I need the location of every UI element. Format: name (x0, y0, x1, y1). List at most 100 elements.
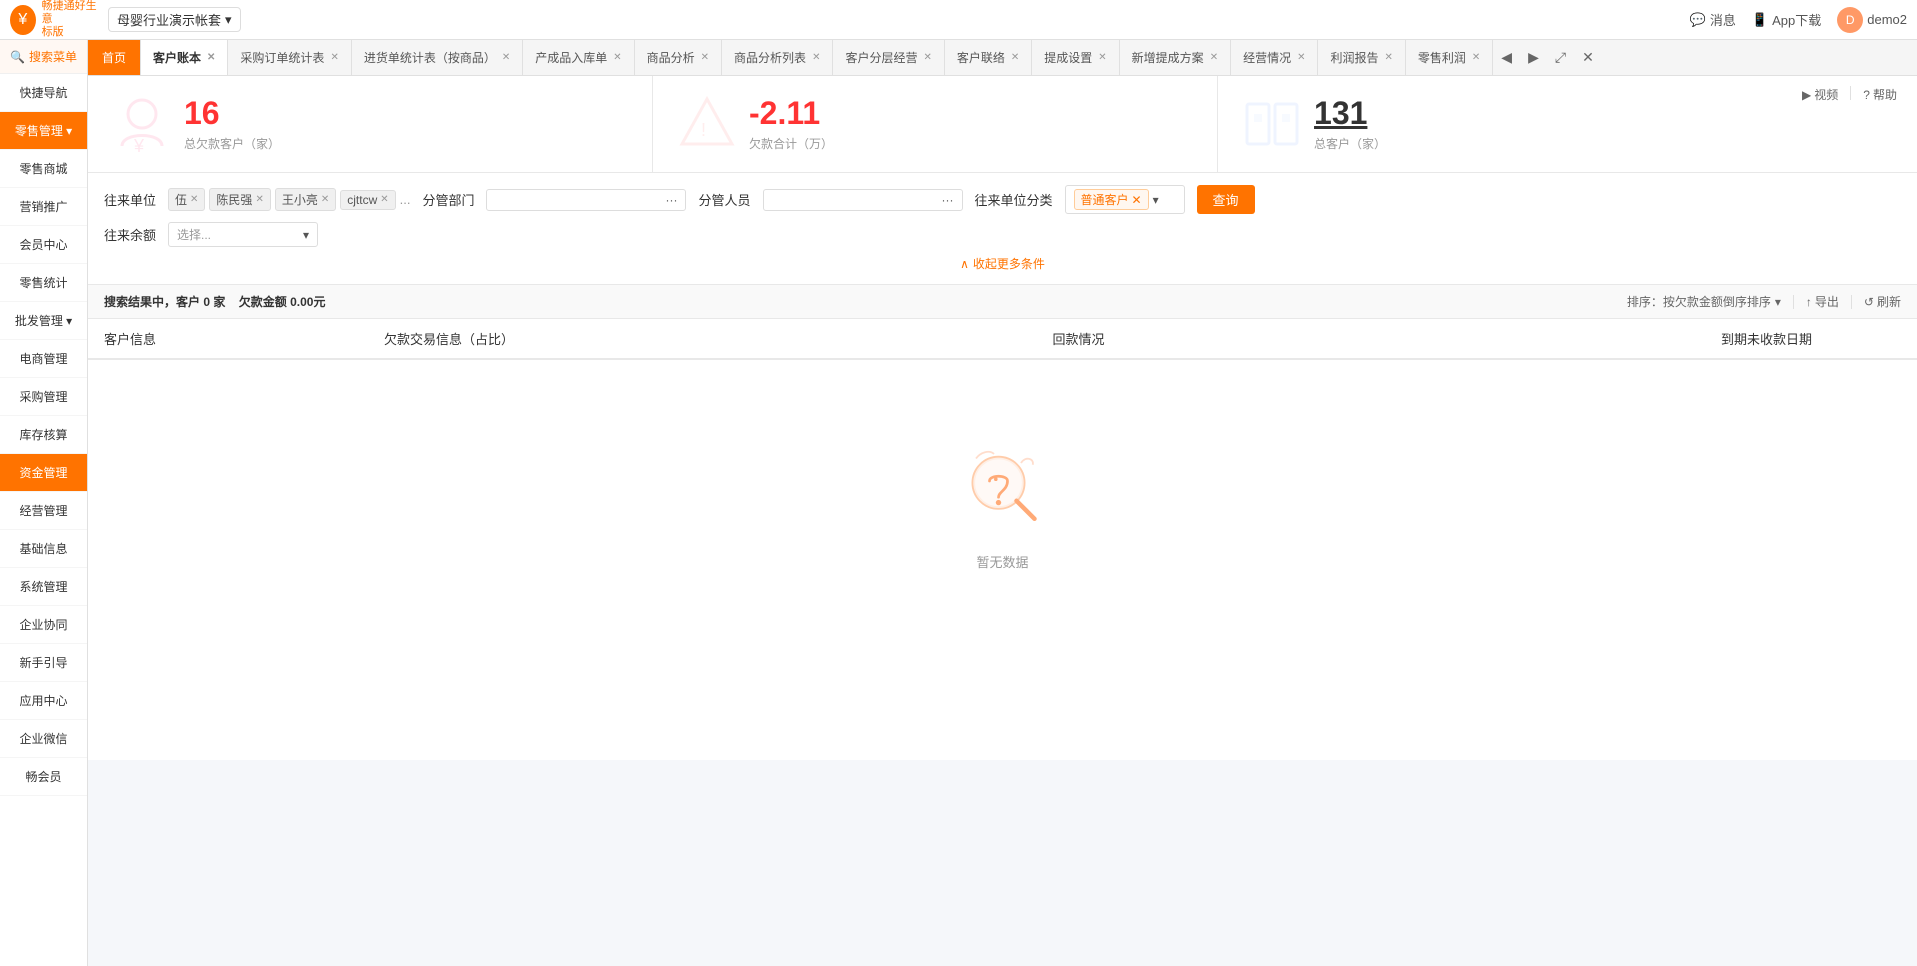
tab-operations-status[interactable]: 经营情况 ✕ (1231, 40, 1318, 75)
tab-incoming-stats[interactable]: 进货单统计表（按商品） ✕ (352, 40, 523, 75)
tab-customer-contact[interactable]: 客户联络 ✕ (945, 40, 1032, 75)
tab-scroll-right[interactable]: ▶ (1520, 49, 1547, 66)
tag-close-chen[interactable]: ✕ (255, 194, 263, 205)
app-download-button[interactable]: 📱 App下载 (1752, 10, 1821, 29)
page-content: ¥ 16 总欠款客户（家） ! (88, 76, 1917, 966)
sidebar-item-operations[interactable]: 经营管理 (0, 492, 87, 530)
tab-purchase-order[interactable]: 采购订单统计表 ✕ (228, 40, 351, 75)
sidebar-item-basic-info[interactable]: 基础信息 (0, 530, 87, 568)
tab-bar: 首页 客户账本 ✕ 采购订单统计表 ✕ 进货单统计表（按商品） ✕ 产成品入库单… (88, 40, 1917, 76)
sidebar-item-retail-mall[interactable]: 零售商城 (0, 150, 87, 188)
tab-close-new-promotion[interactable]: ✕ (1210, 52, 1218, 63)
chevron-down-icon: ▾ (225, 12, 232, 28)
tag-close-cjttcw[interactable]: ✕ (380, 194, 388, 205)
tab-product-analysis-list[interactable]: 商品分析列表 ✕ (722, 40, 833, 75)
tab-scroll-left[interactable]: ◀ (1493, 49, 1520, 66)
total-customers-icon (1242, 94, 1302, 154)
export-button[interactable]: ↑ 导出 (1806, 293, 1839, 310)
filter-area: 往来单位 伍 ✕ 陈民强 ✕ 王小亮 ✕ (88, 173, 1917, 285)
filter-tag-wang[interactable]: 王小亮 ✕ (275, 188, 336, 211)
sidebar-item-member[interactable]: 会员中心 (0, 226, 87, 264)
sidebar-item-vip[interactable]: 畅会员 (0, 758, 87, 796)
sidebar-item-enterprise[interactable]: 企业协同 (0, 606, 87, 644)
video-link[interactable]: ▶ 视频 (1802, 86, 1838, 103)
collapse-filter-button[interactable]: ∧ 收起更多条件 (104, 255, 1901, 272)
remainder-filter-select[interactable]: 选择... ▾ (168, 222, 318, 247)
sidebar: 🔍 搜索菜单 快捷导航 零售管理 ▾ 零售商城 营销推广 会员中心 零售统计 批… (0, 40, 88, 966)
unit-type-filter-select[interactable]: 普通客户 ✕ ▾ (1065, 185, 1185, 214)
tab-close-customer-segment[interactable]: ✕ (923, 52, 931, 63)
tab-close-incoming-stats[interactable]: ✕ (502, 52, 510, 63)
tab-close-customer-contact[interactable]: ✕ (1011, 52, 1019, 63)
tab-home[interactable]: 首页 (88, 40, 141, 75)
sidebar-item-retail-mgmt[interactable]: 零售管理 ▾ (0, 112, 87, 150)
tab-customer-segment[interactable]: 客户分层经营 ✕ (833, 40, 944, 75)
sidebar-item-finance[interactable]: 资金管理 (0, 454, 87, 492)
filter-tag-wu[interactable]: 伍 ✕ (168, 188, 205, 211)
sort-label: 排序：按欠款金额倒序排序 (1627, 293, 1771, 310)
sidebar-item-ecommerce[interactable]: 电商管理 (0, 340, 87, 378)
unit-type-tag-close[interactable]: ✕ (1132, 193, 1142, 207)
total-customers-value: 131 (1314, 97, 1386, 129)
tab-close-all[interactable]: ✕ (1574, 49, 1602, 66)
sort-chevron-icon: ▾ (1775, 295, 1781, 309)
sidebar-item-retail-stats[interactable]: 零售统计 (0, 264, 87, 302)
help-link[interactable]: ? 帮助 (1863, 86, 1897, 103)
sidebar-item-newbie[interactable]: 新手引导 (0, 644, 87, 682)
filter-more-tags[interactable]: ... (400, 192, 411, 207)
search-menu-button[interactable]: 🔍 搜索菜单 (0, 40, 87, 74)
account-selector[interactable]: 母婴行业演示帐套 ▾ (108, 7, 241, 32)
tab-close-retail-profit[interactable]: ✕ (1472, 52, 1480, 63)
sidebar-item-wechat[interactable]: 企业微信 (0, 720, 87, 758)
sidebar-item-app-center[interactable]: 应用中心 (0, 682, 87, 720)
tab-close-product-analysis-list[interactable]: ✕ (812, 52, 820, 63)
result-info: 搜索结果中，客户 0 家 欠款金额 0.00元 (104, 293, 325, 310)
tab-retail-profit[interactable]: 零售利润 ✕ (1406, 40, 1493, 75)
tab-close-promotion-settings[interactable]: ✕ (1098, 52, 1106, 63)
tab-customer-accounts[interactable]: 客户账本 ✕ (141, 40, 228, 75)
tab-product-analysis[interactable]: 商品分析 ✕ (635, 40, 722, 75)
result-actions: 排序：按欠款金额倒序排序 ▾ ↑ 导出 ↺ 刷新 (1627, 293, 1901, 310)
sidebar-item-purchase[interactable]: 采购管理 (0, 378, 87, 416)
total-customers-label: 总客户（家） (1314, 135, 1386, 152)
filter-tag-cjttcw[interactable]: cjttcw ✕ (340, 190, 395, 210)
tab-close-profit-report[interactable]: ✕ (1385, 52, 1393, 63)
search-button[interactable]: 查询 (1197, 185, 1255, 214)
tab-new-promotion[interactable]: 新增提成方案 ✕ (1120, 40, 1231, 75)
tab-promotion-settings[interactable]: 提成设置 ✕ (1032, 40, 1119, 75)
tab-close-product-analysis[interactable]: ✕ (701, 52, 709, 63)
tab-close-customer-accounts[interactable]: ✕ (207, 52, 215, 63)
sidebar-item-batch-mgmt[interactable]: 批发管理 ▾ (0, 302, 87, 340)
message-icon: 💬 (1690, 12, 1706, 28)
person-filter-select[interactable]: ··· (763, 189, 963, 211)
tag-close-wang[interactable]: ✕ (321, 194, 329, 205)
debt-customers-value: 16 (184, 97, 280, 129)
tab-close-production-in[interactable]: ✕ (613, 52, 621, 63)
tab-maximize[interactable]: ⤢ (1547, 49, 1574, 66)
tab-profit-report[interactable]: 利润报告 ✕ (1318, 40, 1405, 75)
dept-more-icon: ··· (665, 193, 677, 207)
stats-bar: ¥ 16 总欠款客户（家） ! (88, 76, 1917, 173)
messages-button[interactable]: 💬 消息 (1690, 10, 1736, 29)
debt-customers-icon: ¥ (112, 94, 172, 154)
filter-tag-chen[interactable]: 陈民强 ✕ (209, 188, 270, 211)
export-icon: ↑ (1806, 295, 1812, 309)
person-more-icon: ··· (942, 193, 954, 207)
refresh-button[interactable]: ↺ 刷新 (1864, 293, 1901, 310)
video-icon: ▶ (1802, 88, 1811, 102)
result-bar: 搜索结果中，客户 0 家 欠款金额 0.00元 排序：按欠款金额倒序排序 ▾ ↑ (88, 285, 1917, 319)
sidebar-item-system[interactable]: 系统管理 (0, 568, 87, 606)
sidebar-item-shortcut[interactable]: 快捷导航 (0, 74, 87, 112)
sort-selector[interactable]: 排序：按欠款金额倒序排序 ▾ (1627, 293, 1781, 310)
dept-filter-select[interactable]: ··· (486, 189, 686, 211)
col-debt-info: 欠款交易信息（占比） (384, 329, 1053, 348)
tab-production-in[interactable]: 产成品入库单 ✕ (523, 40, 634, 75)
user-profile[interactable]: D demo2 (1837, 7, 1907, 33)
sidebar-item-marketing[interactable]: 营销推广 (0, 188, 87, 226)
tag-close-wu[interactable]: ✕ (190, 194, 198, 205)
tab-close-purchase-order[interactable]: ✕ (330, 52, 338, 63)
tab-close-operations-status[interactable]: ✕ (1297, 52, 1305, 63)
collapse-icon: ∧ (960, 257, 969, 271)
debt-total-icon: ! (677, 94, 737, 154)
sidebar-item-inventory[interactable]: 库存核算 (0, 416, 87, 454)
